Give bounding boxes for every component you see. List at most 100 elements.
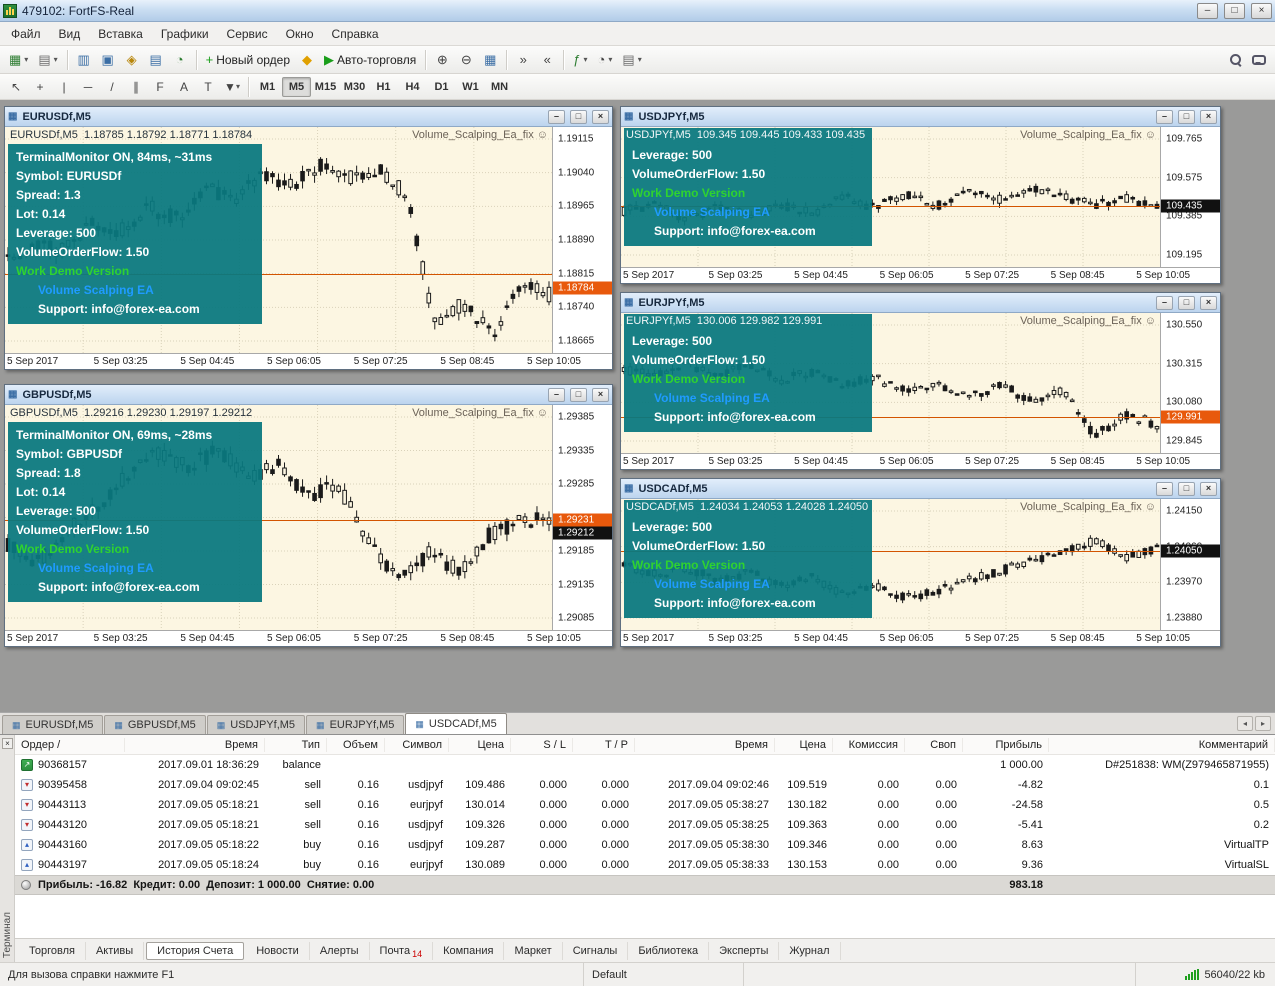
column-header-4[interactable]: Символ: [385, 737, 449, 752]
chart-window-titlebar[interactable]: ▦ EURUSDf,M5 – □ ×: [5, 107, 612, 127]
timeframe-m1-button[interactable]: M1: [253, 77, 282, 97]
menu-item-6[interactable]: Справка: [323, 24, 388, 44]
table-row[interactable]: ▴ 90443160 2017.09.05 05:18:22 buy 0.16 usdjp…: [15, 835, 1275, 855]
chart-tab-gbpusdf-m5[interactable]: ▦ GBPUSDf,M5: [104, 715, 206, 734]
chart-minimize-button[interactable]: –: [548, 109, 565, 124]
price-axis[interactable]: 1.241501.240601.239701.238801.24050: [1160, 499, 1220, 630]
new-chart-button[interactable]: ▦ ▾: [4, 49, 33, 71]
terminal-close-button[interactable]: ×: [2, 738, 13, 749]
chart-restore-button[interactable]: □: [570, 109, 587, 124]
chart-restore-button[interactable]: □: [570, 387, 587, 402]
timeframe-m15-button[interactable]: M15: [311, 77, 340, 97]
chart-tab-eurusdf-m5[interactable]: ▦ EURUSDf,M5: [2, 715, 104, 734]
menu-item-0[interactable]: Файл: [2, 24, 50, 44]
table-row[interactable]: ▾ 90395458 2017.09.04 09:02:45 sell 0.16 usdj…: [15, 775, 1275, 795]
navigator-button[interactable]: ◈: [120, 49, 144, 71]
auto-trading-button[interactable]: ▶ Авто-торговля: [319, 49, 421, 71]
profiles-button[interactable]: ▤ ▾: [33, 49, 62, 71]
column-header-8[interactable]: Время: [635, 737, 775, 752]
column-header-2[interactable]: Тип: [265, 737, 327, 752]
chart-plot-area[interactable]: USDCADf,M5 1.24034 1.24053 1.24028 1.240…: [621, 499, 1160, 630]
column-header-0[interactable]: Ордер /: [15, 737, 125, 752]
terminal-tab-библиотека[interactable]: Библиотека: [628, 941, 710, 960]
metaeditor-button[interactable]: ◆: [295, 49, 319, 71]
chart-window-5[interactable]: ▦ USDCADf,M5 – □ × USDCADf,M5 1.24034 1.24053…: [620, 478, 1221, 647]
column-header-7[interactable]: T / P: [573, 737, 635, 752]
price-axis[interactable]: 1.293851.293351.292851.292351.291851.291…: [552, 405, 612, 630]
maximize-button[interactable]: □: [1224, 2, 1245, 19]
chart-close-button[interactable]: ×: [592, 387, 609, 402]
timeframe-m30-button[interactable]: M30: [340, 77, 369, 97]
arrows-tool-button[interactable]: ▼ ▾: [220, 77, 244, 97]
timeframe-h4-button[interactable]: H4: [398, 77, 427, 97]
text-label-tool-button[interactable]: T: [196, 77, 220, 97]
chart-plot-area[interactable]: USDJPYf,M5 109.345 109.445 109.433 109.4…: [621, 127, 1160, 267]
indicators-button[interactable]: ƒ ▾: [568, 49, 592, 71]
chart-restore-button[interactable]: □: [1178, 295, 1195, 310]
auto-scroll-button[interactable]: »: [511, 49, 535, 71]
chart-tab-usdjpyf-m5[interactable]: ▦ USDJPYf,M5: [206, 715, 306, 734]
chart-close-button[interactable]: ×: [592, 109, 609, 124]
chart-plot-area[interactable]: GBPUSDf,M5 1.29216 1.29230 1.29197 1.292…: [5, 405, 552, 630]
terminal-tab-алерты[interactable]: Алерты: [310, 941, 370, 960]
time-axis[interactable]: 5 Sep 2017 5 Sep 03:25 5 Sep 04:45 5 Sep 06…: [621, 267, 1220, 283]
column-header-12[interactable]: Прибыль: [963, 737, 1049, 752]
column-header-6[interactable]: S / L: [511, 737, 573, 752]
menu-item-5[interactable]: Окно: [277, 24, 323, 44]
menu-item-2[interactable]: Вставка: [89, 24, 152, 44]
strategy-tester-button[interactable]: ◔: [168, 49, 192, 71]
menu-item-1[interactable]: Вид: [50, 24, 90, 44]
tile-windows-button[interactable]: ▦: [478, 49, 502, 71]
chart-restore-button[interactable]: □: [1178, 481, 1195, 496]
chart-window-4[interactable]: ▦ EURJPYf,M5 – □ × EURJPYf,M5 130.006 129.982…: [620, 292, 1221, 470]
statusbar-profile[interactable]: Default: [583, 963, 743, 986]
time-axis[interactable]: 5 Sep 2017 5 Sep 03:25 5 Sep 04:45 5 Sep 06…: [5, 353, 612, 369]
tabs-scroll-right-button[interactable]: ▸: [1255, 716, 1271, 731]
terminal-tab-эксперты[interactable]: Эксперты: [709, 941, 780, 960]
time-axis[interactable]: 5 Sep 2017 5 Sep 03:25 5 Sep 04:45 5 Sep 06…: [5, 630, 612, 646]
text-tool-button[interactable]: A: [172, 77, 196, 97]
menu-item-4[interactable]: Сервис: [218, 24, 277, 44]
chart-plot-area[interactable]: EURJPYf,M5 130.006 129.982 129.991 Volume…: [621, 313, 1160, 453]
terminal-tab-сигналы[interactable]: Сигналы: [563, 941, 629, 960]
fibonacci-tool-button[interactable]: F: [148, 77, 172, 97]
table-row[interactable]: ▾ 90443120 2017.09.05 05:18:21 sell 0.16 usdj…: [15, 815, 1275, 835]
chart-window-titlebar[interactable]: ▦ GBPUSDf,M5 – □ ×: [5, 385, 612, 405]
cursor-tool-button[interactable]: ↖: [4, 77, 28, 97]
timeframe-mn-button[interactable]: MN: [485, 77, 514, 97]
column-header-1[interactable]: Время: [125, 737, 265, 752]
timeframe-h1-button[interactable]: H1: [369, 77, 398, 97]
chart-window-3[interactable]: ▦ USDJPYf,M5 – □ × USDJPYf,M5 109.345 109.445…: [620, 106, 1221, 284]
chart-minimize-button[interactable]: –: [1156, 295, 1173, 310]
horizontal-line-tool-button[interactable]: ─: [76, 77, 100, 97]
zoom-in-button[interactable]: ⊕: [430, 49, 454, 71]
column-header-5[interactable]: Цена: [449, 737, 511, 752]
timeframe-d1-button[interactable]: D1: [427, 77, 456, 97]
crosshair-tool-button[interactable]: +: [28, 77, 52, 97]
chart-window-titlebar[interactable]: ▦ USDJPYf,M5 – □ ×: [621, 107, 1220, 127]
price-axis[interactable]: 130.550 130.315 130.080 129.845 129.991: [1160, 313, 1220, 453]
column-header-3[interactable]: Объем: [327, 737, 385, 752]
chart-close-button[interactable]: ×: [1200, 481, 1217, 496]
chart-minimize-button[interactable]: –: [1156, 109, 1173, 124]
table-row[interactable]: ↗ 90368157 2017.09.01 18:36:29 balance 1 000…: [15, 755, 1275, 775]
terminal-tab-маркет[interactable]: Маркет: [504, 941, 563, 960]
terminal-tab-почта[interactable]: Почта 14: [370, 941, 434, 960]
chart-close-button[interactable]: ×: [1200, 109, 1217, 124]
market-watch-button[interactable]: ▥: [72, 49, 96, 71]
window-titlebar[interactable]: 479102: FortFS-Real – □ ×: [0, 0, 1275, 22]
chart-plot-area[interactable]: EURUSDf,M5 1.18785 1.18792 1.18771 1.187…: [5, 127, 552, 353]
chart-minimize-button[interactable]: –: [548, 387, 565, 402]
chat-button[interactable]: [1247, 50, 1271, 70]
terminal-tab-торговля[interactable]: Торговля: [19, 941, 86, 960]
periods-button[interactable]: ◔ ▾: [593, 49, 618, 71]
column-header-11[interactable]: Своп: [905, 737, 963, 752]
column-header-10[interactable]: Комиссия: [833, 737, 905, 752]
timeframe-m5-button[interactable]: M5: [282, 76, 311, 97]
price-axis[interactable]: 109.765 109.575 109.385 109.195 109.435: [1160, 127, 1220, 267]
data-window-button[interactable]: ▣: [96, 49, 120, 71]
chart-minimize-button[interactable]: –: [1156, 481, 1173, 496]
chart-tab-eurjpyf-m5[interactable]: ▦ EURJPYf,M5: [306, 715, 405, 734]
terminal-tab-активы[interactable]: Активы: [86, 941, 145, 960]
time-axis[interactable]: 5 Sep 2017 5 Sep 03:25 5 Sep 04:45 5 Sep 06…: [621, 453, 1220, 469]
